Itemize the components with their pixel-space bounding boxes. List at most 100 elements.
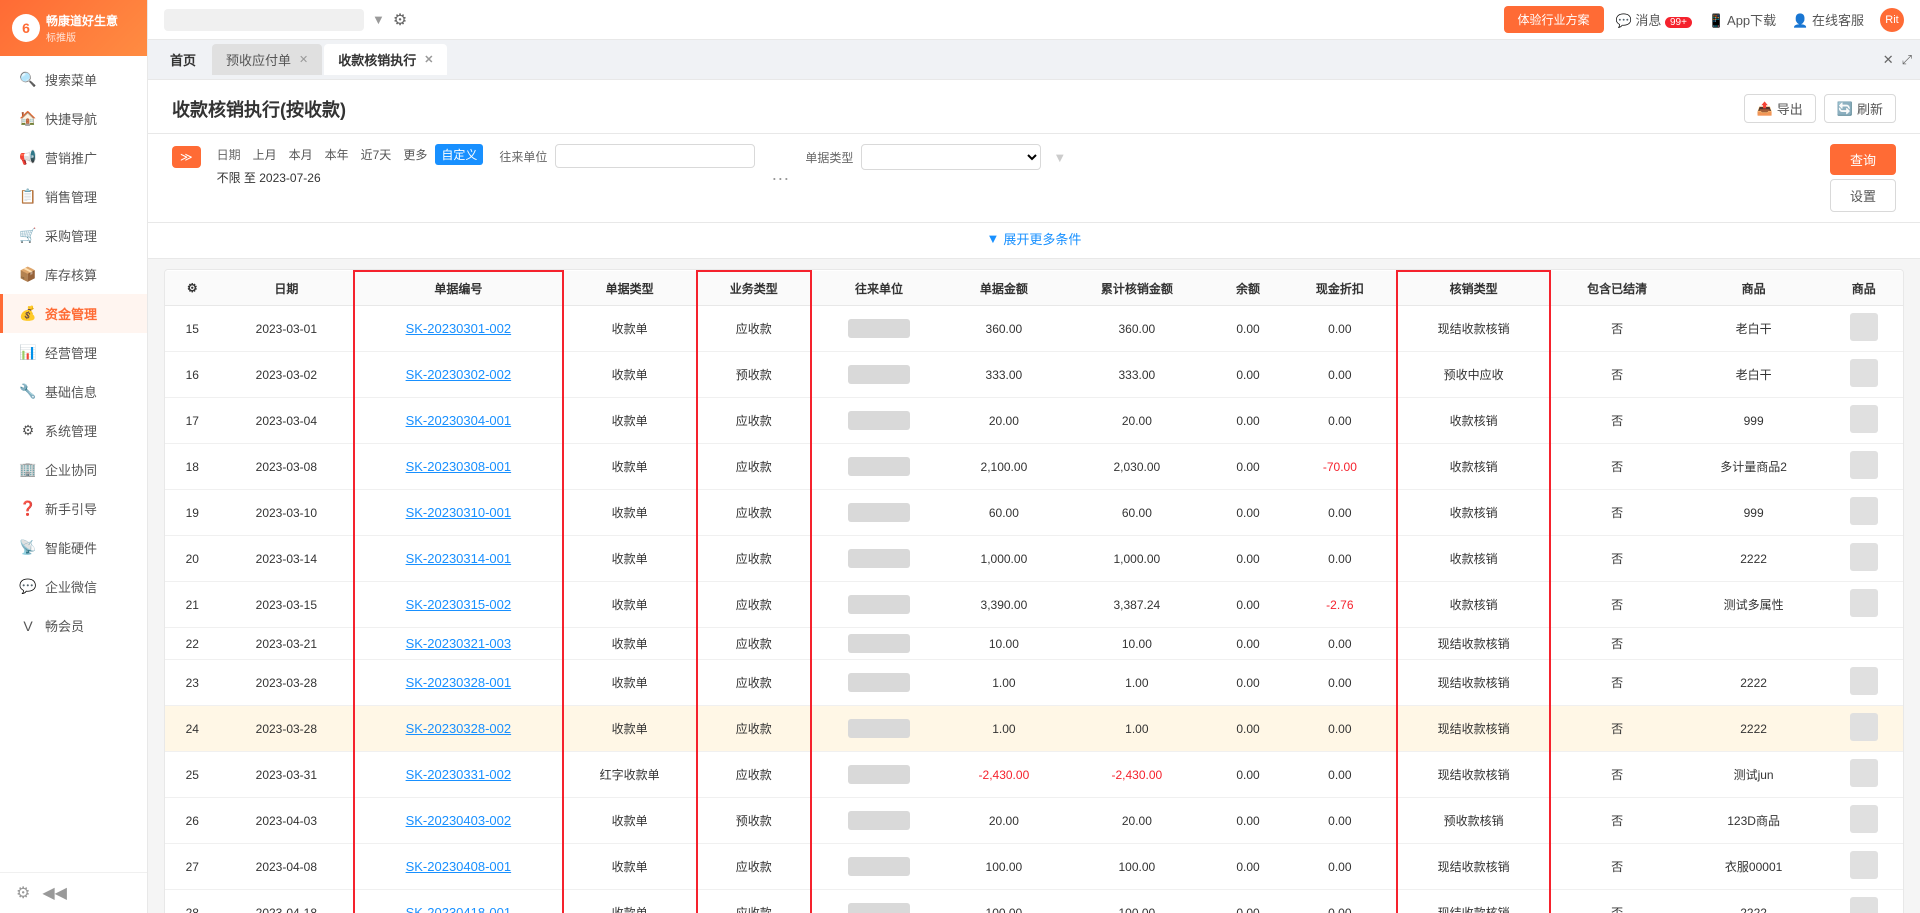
close-tab-icon[interactable]: ✕	[1883, 52, 1894, 68]
filter-date-group: 日期 上月 本月 本年 近7天 更多 自定义 不限 至 2023-07-26	[217, 144, 484, 186]
cell-balance: 0.00	[1212, 398, 1284, 444]
expand-conditions-button[interactable]: ▼ 展开更多条件	[987, 229, 1082, 248]
cell-cash-discount: 0.00	[1284, 798, 1397, 844]
tab-prepay[interactable]: 预收应付单 ✕	[212, 44, 322, 75]
th-doc-type[interactable]: 单据类型	[563, 271, 697, 306]
refresh-button[interactable]: 🔄 刷新	[1824, 94, 1896, 123]
cell-goods2	[1824, 890, 1903, 913]
sidebar-item-wechat[interactable]: 💬 企业微信	[0, 567, 147, 606]
cell-doc-no: SK-20230308-001	[354, 444, 562, 490]
tabbar-actions: ✕ ⤢	[1883, 52, 1912, 68]
export-button[interactable]: 📤 导出	[1744, 94, 1816, 123]
cell-goods2	[1824, 352, 1903, 398]
sidebar-item-marketing[interactable]: 📢 营销推广	[0, 138, 147, 177]
guide-icon: ❓	[19, 500, 37, 517]
maximize-icon[interactable]: ⤢	[1902, 52, 1912, 68]
settings-button[interactable]: 设置	[1830, 179, 1896, 212]
th-writeoff-type[interactable]: 核销类型	[1397, 271, 1551, 306]
page-actions: 📤 导出 🔄 刷新	[1744, 94, 1896, 123]
filter-more[interactable]: 更多	[399, 144, 431, 165]
cell-writeoff-type: 现结收款核销	[1397, 628, 1551, 660]
tab-collection-close[interactable]: ✕	[424, 53, 433, 66]
table-row: 20 2023-03-14 SK-20230314-001 收款单 应收款 1,…	[165, 536, 1903, 582]
gear-icon[interactable]: ⚙	[393, 10, 407, 30]
topbar: ▼ ⚙ 体验行业方案 💬 消息 99+ 📱 App下载 👤 在线客服 Rit	[148, 0, 1920, 40]
th-date[interactable]: 日期	[220, 271, 355, 306]
cell-date: 2023-04-03	[220, 798, 355, 844]
cell-writeoff-amount: 10.00	[1062, 628, 1212, 660]
filter-7days[interactable]: 近7天	[357, 144, 396, 165]
cell-goods	[1683, 628, 1825, 660]
dropdown-doctype-icon: ▼	[1053, 150, 1066, 165]
th-writeoff-amount[interactable]: 累计核销金额	[1062, 271, 1212, 306]
app-download-link[interactable]: 📱 App下载	[1708, 10, 1776, 29]
cell-goods2	[1824, 398, 1903, 444]
table-row: 21 2023-03-15 SK-20230315-002 收款单 应收款 3,…	[165, 582, 1903, 628]
filter-toggle-button[interactable]: ≫	[172, 146, 201, 168]
sidebar-item-member[interactable]: V 畅会员	[0, 606, 147, 645]
finance-icon: 💰	[19, 305, 37, 322]
sidebar-item-finance[interactable]: 💰 资金管理	[0, 294, 147, 333]
th-include-settled[interactable]: 包含已结清	[1550, 271, 1682, 306]
cell-goods: 123D商品	[1683, 798, 1825, 844]
main-table: ⚙ 日期 单据编号 单据类型 业务类型 往来单位 单据金额 累计核销金额 余额 …	[165, 270, 1903, 913]
filter-this-year[interactable]: 本年	[321, 144, 353, 165]
partner-filter-input[interactable]	[555, 144, 755, 168]
th-cash-discount[interactable]: 现金折扣	[1284, 271, 1397, 306]
sidebar-item-operation[interactable]: 📊 经营管理	[0, 333, 147, 372]
online-service-link[interactable]: 👤 在线客服	[1792, 10, 1864, 29]
table-header-row: ⚙ 日期 单据编号 单据类型 业务类型 往来单位 单据金额 累计核销金额 余额 …	[165, 271, 1903, 306]
filter-this-month[interactable]: 本月	[285, 144, 317, 165]
sidebar-item-sales[interactable]: 📋 销售管理	[0, 177, 147, 216]
tab-prepay-close[interactable]: ✕	[299, 53, 308, 66]
cell-index: 27	[165, 844, 220, 890]
cell-goods2	[1824, 706, 1903, 752]
message-icon[interactable]: 💬 消息 99+	[1616, 10, 1692, 29]
cell-goods: 2222	[1683, 660, 1825, 706]
cell-doc-no: SK-20230408-001	[354, 844, 562, 890]
cell-cash-discount: 0.00	[1284, 844, 1397, 890]
industry-solution-button[interactable]: 体验行业方案	[1504, 6, 1604, 33]
cell-biz-type: 应收款	[697, 536, 811, 582]
sidebar-item-system[interactable]: ⚙ 系统管理	[0, 411, 147, 450]
th-settings[interactable]: ⚙	[165, 271, 220, 306]
cell-index: 25	[165, 752, 220, 798]
cell-partner	[811, 798, 946, 844]
cell-goods: 老白干	[1683, 352, 1825, 398]
sidebar-item-company[interactable]: 🏢 企业协同	[0, 450, 147, 489]
filter-custom[interactable]: 自定义	[435, 144, 483, 165]
th-biz-type[interactable]: 业务类型	[697, 271, 811, 306]
th-partner[interactable]: 往来单位	[811, 271, 946, 306]
sidebar-item-guide[interactable]: ❓ 新手引导	[0, 489, 147, 528]
user-avatar[interactable]: Rit	[1880, 8, 1904, 32]
collapse-icon[interactable]: ◀◀	[42, 883, 67, 903]
sidebar-item-hardware[interactable]: 📡 智能硬件	[0, 528, 147, 567]
sidebar-item-shortcut[interactable]: 🏠 快捷导航	[0, 99, 147, 138]
filter-last-month[interactable]: 上月	[249, 144, 281, 165]
th-balance[interactable]: 余额	[1212, 271, 1284, 306]
sidebar-item-inventory[interactable]: 📦 库存核算	[0, 255, 147, 294]
cell-goods2	[1824, 490, 1903, 536]
sidebar-footer: ⚙ ◀◀	[0, 872, 147, 913]
sidebar-item-purchase[interactable]: 🛒 采购管理	[0, 216, 147, 255]
content-area: 收款核销执行(按收款) 📤 导出 🔄 刷新 ≫ 日期 上月	[148, 80, 1920, 913]
sidebar-item-search[interactable]: 🔍 搜索菜单	[0, 60, 147, 99]
tab-collection[interactable]: 收款核销执行 ✕	[324, 44, 447, 75]
settings-footer-icon[interactable]: ⚙	[16, 883, 30, 903]
th-amount[interactable]: 单据金额	[946, 271, 1062, 306]
search-input[interactable]	[164, 9, 364, 31]
th-goods[interactable]: 商品	[1683, 271, 1825, 306]
th-goods2[interactable]: 商品	[1824, 271, 1903, 306]
cell-writeoff-amount: 100.00	[1062, 844, 1212, 890]
table-row: 15 2023-03-01 SK-20230301-002 收款单 应收款 36…	[165, 306, 1903, 352]
cell-amount: -2,430.00	[946, 752, 1062, 798]
cell-date: 2023-04-18	[220, 890, 355, 913]
cell-partner	[811, 752, 946, 798]
home-icon: 🏠	[19, 110, 37, 127]
tab-home[interactable]: 首页	[156, 44, 210, 75]
doctype-filter-select[interactable]	[861, 144, 1041, 170]
sidebar-item-basic[interactable]: 🔧 基础信息	[0, 372, 147, 411]
th-doc-no[interactable]: 单据编号	[354, 271, 562, 306]
page-header: 收款核销执行(按收款) 📤 导出 🔄 刷新	[148, 80, 1920, 134]
query-button[interactable]: 查询	[1830, 144, 1896, 175]
